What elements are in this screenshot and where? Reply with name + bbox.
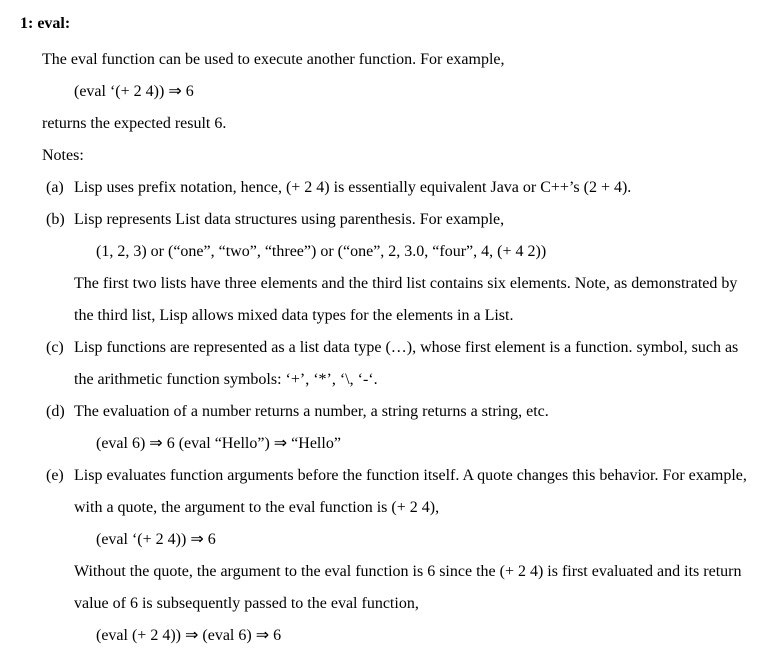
note-e-line1: Lisp evaluates function arguments before… bbox=[74, 460, 759, 524]
note-d-expr: (eval 6) ⇒ 6 (eval “Hello”) ⇒ “Hello” bbox=[96, 428, 759, 460]
note-e-line2: Without the quote, the argument to the e… bbox=[74, 556, 759, 620]
note-e-expr2: (eval (+ 2 4)) ⇒ (eval 6) ⇒ 6 bbox=[96, 620, 759, 652]
note-a: (a) Lisp uses prefix notation, hence, (+… bbox=[46, 172, 759, 204]
note-b-line1: Lisp represents List data structures usi… bbox=[74, 204, 759, 236]
note-d-line1: The evaluation of a number returns a num… bbox=[74, 396, 759, 428]
note-letter-e: (e) bbox=[46, 460, 74, 652]
intro-text-2: returns the expected result 6. bbox=[42, 108, 759, 140]
note-body-a: Lisp uses prefix notation, hence, (+ 2 4… bbox=[74, 172, 759, 204]
note-b-line2: The first two lists have three elements … bbox=[74, 268, 759, 332]
notes-label: Notes: bbox=[42, 140, 759, 172]
note-b: (b) Lisp represents List data structures… bbox=[46, 204, 759, 332]
expression-1: (eval ‘(+ 2 4)) ⇒ 6 bbox=[74, 76, 759, 108]
note-body-d: The evaluation of a number returns a num… bbox=[74, 396, 759, 460]
intro-text-1: The eval function can be used to execute… bbox=[42, 44, 759, 76]
note-e: (e) Lisp evaluates function arguments be… bbox=[46, 460, 759, 652]
note-a-text: Lisp uses prefix notation, hence, (+ 2 4… bbox=[74, 172, 759, 204]
note-b-expr: (1, 2, 3) or (“one”, “two”, “three”) or … bbox=[96, 236, 759, 268]
note-body-c: Lisp functions are represented as a list… bbox=[74, 332, 759, 396]
note-letter-b: (b) bbox=[46, 204, 74, 332]
note-letter-c: (c) bbox=[46, 332, 74, 396]
note-c-text: Lisp functions are represented as a list… bbox=[74, 332, 759, 396]
note-letter-d: (d) bbox=[46, 396, 74, 460]
note-body-b: Lisp represents List data structures usi… bbox=[74, 204, 759, 332]
note-letter-a: (a) bbox=[46, 172, 74, 204]
section-heading: 1: eval: bbox=[20, 8, 759, 40]
note-body-e: Lisp evaluates function arguments before… bbox=[74, 460, 759, 652]
note-d: (d) The evaluation of a number returns a… bbox=[46, 396, 759, 460]
note-e-expr1: (eval ‘(+ 2 4)) ⇒ 6 bbox=[96, 524, 759, 556]
note-c: (c) Lisp functions are represented as a … bbox=[46, 332, 759, 396]
